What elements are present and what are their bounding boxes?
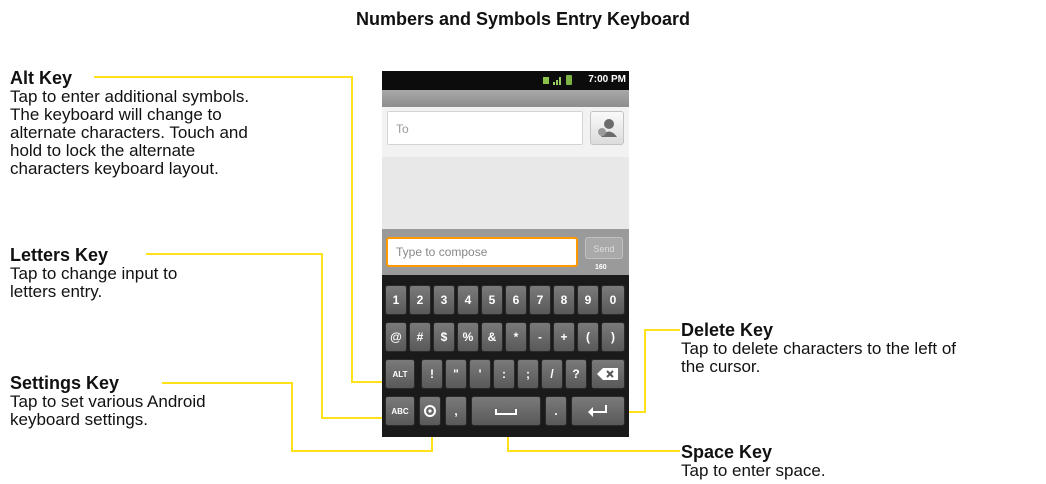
delete-icon [597,368,618,380]
status-icons [543,75,572,85]
letters-key-callout: Letters Key Tap to change input to lette… [10,245,177,301]
key-at[interactable]: @ [385,322,407,352]
settings-key-heading: Settings Key [10,373,120,393]
space-key-callout: Space Key Tap to enter space. [681,442,826,480]
key-6[interactable]: 6 [505,285,527,315]
enter-icon [588,405,607,417]
settings-key-callout: Settings Key Tap to set various Android … [10,373,206,429]
alt-key-desc-3: alternate characters. Touch and [10,123,248,142]
key-0[interactable]: 0 [601,285,625,315]
contact-icon [598,119,617,137]
settings-key-desc-1: Tap to set various Android [10,392,206,411]
space-key[interactable] [471,396,541,426]
key-minus[interactable]: - [529,322,551,352]
settings-key[interactable] [419,396,441,426]
letters-key-desc-2: letters entry. [10,282,103,301]
key-3[interactable]: 3 [433,285,455,315]
title-bar [382,90,629,107]
key-period[interactable]: . [545,396,567,426]
key-4[interactable]: 4 [457,285,479,315]
alt-key-desc-5: characters keyboard layout. [10,159,219,178]
letters-key-desc-1: Tap to change input to [10,264,178,283]
key-plus[interactable]: + [553,322,575,352]
key-hash[interactable]: # [409,322,431,352]
alt-key-heading: Alt Key [10,68,73,88]
key-8[interactable]: 8 [553,285,575,315]
key-7[interactable]: 7 [529,285,551,315]
send-button[interactable]: Send [585,237,623,259]
delete-key-desc-1: Tap to delete characters to the left of [681,339,956,358]
alt-key-desc-4: hold to lock the alternate [10,141,196,160]
alt-key-desc-2: The keyboard will change to [10,105,222,124]
key-5[interactable]: 5 [481,285,503,315]
status-time: 7:00 PM [588,74,626,85]
key-double-quote[interactable]: " [445,359,467,389]
key-dollar[interactable]: $ [433,322,455,352]
key-comma[interactable]: , [445,396,467,426]
key-single-quote[interactable]: ' [469,359,491,389]
key-colon[interactable]: : [493,359,515,389]
letters-key-heading: Letters Key [10,245,109,265]
alt-key[interactable]: ALT [385,359,415,389]
settings-key-desc-2: keyboard settings. [10,410,148,429]
delete-key-callout: Delete Key Tap to delete characters to t… [681,320,956,376]
delete-key-heading: Delete Key [681,320,774,340]
key-percent[interactable]: % [457,322,479,352]
key-9[interactable]: 9 [577,285,599,315]
settings-icon [424,405,436,417]
key-open-paren[interactable]: ( [577,322,599,352]
space-key-heading: Space Key [681,442,773,462]
key-close-paren[interactable]: ) [601,322,625,352]
key-asterisk[interactable]: * [505,322,527,352]
alt-key-callout: Alt Key Tap to enter additional symbols.… [10,68,249,178]
letters-abc-key[interactable]: ABC [385,396,415,426]
keyboard: 1 2 3 4 5 6 7 8 9 0 @ # $ % & * - + ( ) … [382,275,629,437]
key-semicolon[interactable]: ; [517,359,539,389]
delete-key[interactable] [591,359,625,389]
alt-key-desc-1: Tap to enter additional symbols. [10,87,250,106]
enter-key[interactable] [571,396,625,426]
delete-key-desc-2: the cursor. [681,357,761,376]
character-counter: 160 [595,264,607,271]
key-2[interactable]: 2 [409,285,431,315]
status-bar: 7:00 PM [382,71,629,90]
to-field[interactable]: To [387,111,583,145]
key-question[interactable]: ? [565,359,587,389]
space-key-desc-1: Tap to enter space. [681,461,826,480]
key-exclamation[interactable]: ! [421,359,443,389]
delete-leader [628,329,680,413]
add-contact-button[interactable] [590,111,624,145]
key-slash[interactable]: / [541,359,563,389]
compose-input[interactable]: Type to compose [386,237,578,267]
key-ampersand[interactable]: & [481,322,503,352]
key-1[interactable]: 1 [385,285,407,315]
phone-screen: 7:00 PM To Type to compose Send 160 1 2 … [382,71,629,437]
space-icon [495,409,517,415]
